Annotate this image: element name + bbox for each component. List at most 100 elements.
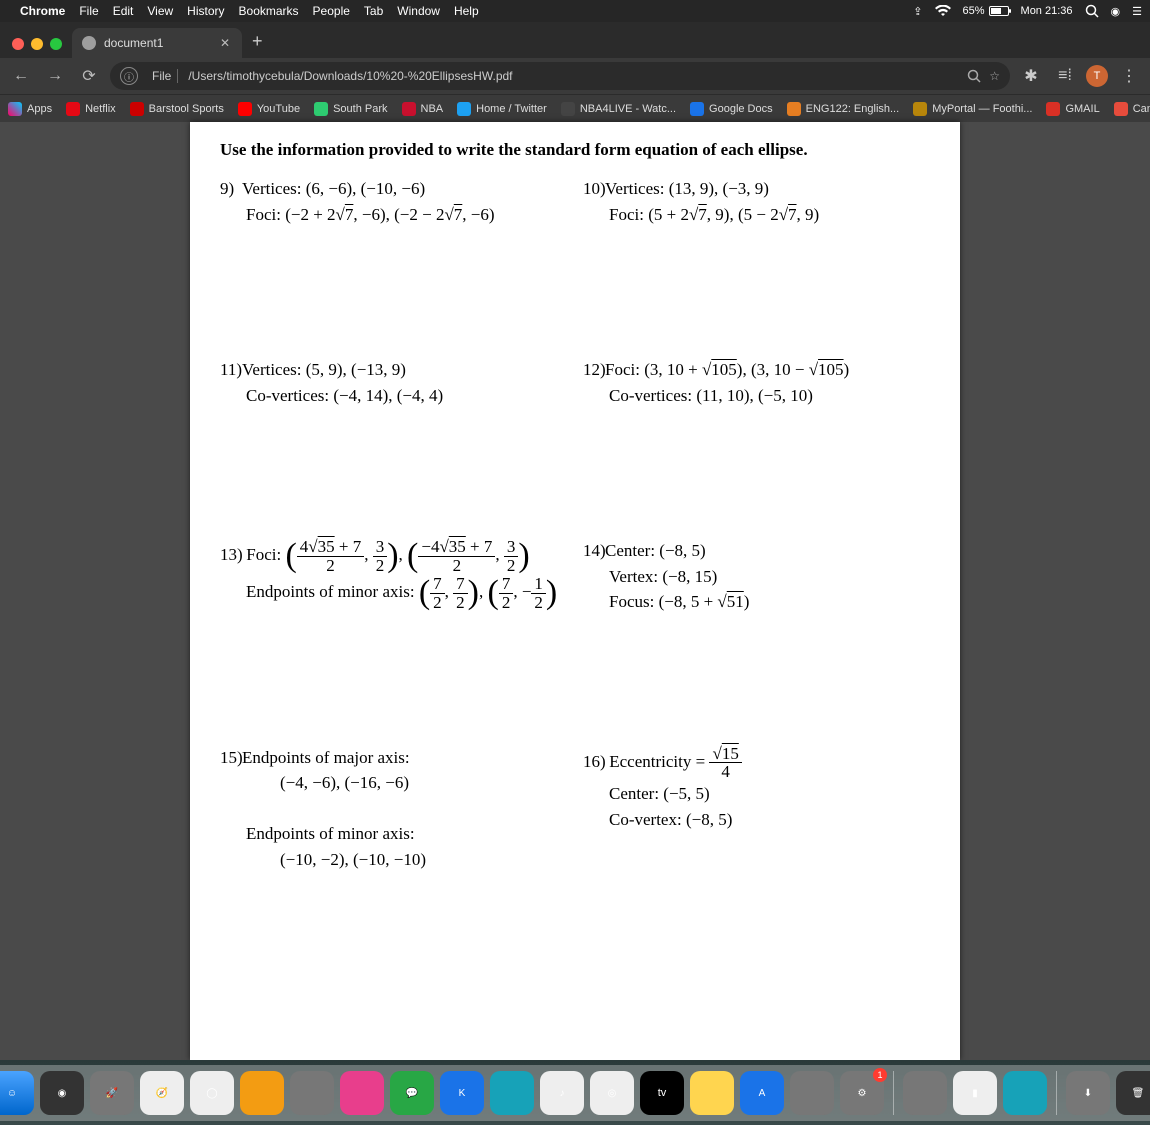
site-info-icon[interactable]: ⓘ	[120, 67, 138, 85]
dock-appletv[interactable]: tv	[640, 1071, 684, 1115]
dock-settings-badge: 1	[873, 1068, 887, 1082]
bookmark-netflix[interactable]: Netflix	[66, 102, 116, 116]
dock-recent-2[interactable]	[1003, 1071, 1047, 1115]
airplay-icon[interactable]: ⇪	[913, 5, 922, 18]
problem-12-foci: Foci: (3, 10 + √105), (3, 10 − √105)	[605, 360, 849, 379]
bookmark-star-icon[interactable]: ☆	[989, 69, 1000, 83]
bookmark-myportal[interactable]: MyPortal — Foothi...	[913, 102, 1032, 116]
dock-siri[interactable]: ◉	[40, 1071, 84, 1115]
southpark-icon	[314, 102, 328, 116]
omnibox-search-icon[interactable]	[967, 69, 981, 83]
problem-15: 15)Endpoints of major axis: (−4, −6), (−…	[220, 745, 567, 873]
gmail-icon	[1046, 102, 1060, 116]
back-button[interactable]: ←	[8, 63, 34, 89]
bookmark-southpark[interactable]: South Park	[314, 102, 387, 116]
dock-chrome[interactable]: ◯	[190, 1071, 234, 1115]
eng122-icon	[787, 102, 801, 116]
dock-app-5[interactable]	[490, 1071, 534, 1115]
dock-appstore[interactable]: A	[740, 1071, 784, 1115]
browser-toolbar: ← → ⟳ ⓘ File /Users/timothycebula/Downlo…	[0, 58, 1150, 94]
nba-icon	[402, 102, 416, 116]
spotlight-icon[interactable]	[1085, 4, 1099, 18]
forward-button[interactable]: →	[42, 63, 68, 89]
bookmark-eng122[interactable]: ENG122: English...	[787, 102, 900, 116]
browser-tab[interactable]: document1 ✕	[72, 28, 242, 58]
new-tab-button[interactable]: +	[242, 31, 273, 58]
bookmark-canvas[interactable]: Canvas	[1114, 102, 1150, 116]
siri-icon[interactable]: ◉	[1111, 5, 1121, 18]
menu-help[interactable]: Help	[454, 4, 479, 18]
menu-window[interactable]: Window	[397, 4, 440, 18]
bookmark-nba4live[interactable]: NBA4LIVE - Watc...	[561, 102, 676, 116]
dock-app-3[interactable]	[340, 1071, 384, 1115]
dock-area: ☺ ◉ 🚀 🧭 ◯ 💬 K ♪ ◎ tv A ⚙ 1 ▮ ⬇ 🗑	[0, 1060, 1150, 1125]
dock-settings[interactable]: ⚙ 1	[840, 1071, 884, 1115]
notification-center-icon[interactable]: ☰	[1132, 5, 1142, 18]
dock-trash[interactable]: 🗑	[1116, 1071, 1150, 1115]
dock-music[interactable]: ♪	[540, 1071, 584, 1115]
menu-file[interactable]: File	[79, 4, 98, 18]
bookmark-twitter[interactable]: Home / Twitter	[457, 102, 547, 116]
apps-shortcut[interactable]: Apps	[8, 102, 52, 116]
googledocs-icon	[690, 102, 704, 116]
problem-13: 13) Foci: (4√35 + 72, 32), (−4√35 + 72, …	[220, 538, 567, 615]
window-close-button[interactable]	[12, 38, 24, 50]
window-zoom-button[interactable]	[50, 38, 62, 50]
nba4live-icon	[561, 102, 575, 116]
url-path: /Users/timothycebula/Downloads/10%20-%20…	[188, 69, 959, 83]
canvas-icon	[1114, 102, 1128, 116]
chrome-menu-icon[interactable]: ⋮	[1116, 63, 1142, 89]
dock-finder[interactable]: ☺	[0, 1071, 34, 1115]
menubar-clock[interactable]: Mon 21:36	[1021, 5, 1073, 17]
dock-recent-1[interactable]	[903, 1071, 947, 1115]
dock-messages[interactable]: 💬	[390, 1071, 434, 1115]
bookmark-youtube[interactable]: YouTube	[238, 102, 300, 116]
dock: ☺ ◉ 🚀 🧭 ◯ 💬 K ♪ ◎ tv A ⚙ 1 ▮ ⬇ 🗑	[0, 1065, 1150, 1121]
problem-grid: 9)Vertices: (6, −6), (−10, −6) Foci: (−2…	[220, 176, 930, 872]
problem-16: 16) Eccentricity = √154 Center: (−5, 5) …	[583, 745, 930, 873]
window-minimize-button[interactable]	[31, 38, 43, 50]
problem-14-focus: Focus: (−8, 5 + √51)	[583, 592, 749, 611]
dock-downloads[interactable]: ⬇	[1066, 1071, 1110, 1115]
pdf-viewport[interactable]: Use the information provided to write th…	[0, 122, 1150, 1060]
menu-history[interactable]: History	[187, 4, 224, 18]
dock-safari[interactable]: 🧭	[140, 1071, 184, 1115]
dock-podcasts[interactable]: ◎	[590, 1071, 634, 1115]
apps-icon	[8, 102, 22, 116]
dock-app-4[interactable]: K	[440, 1071, 484, 1115]
dock-photos[interactable]	[790, 1071, 834, 1115]
dock-launchpad[interactable]: 🚀	[90, 1071, 134, 1115]
profile-avatar[interactable]: T	[1086, 65, 1108, 87]
problem-16-ecc: Eccentricity = √154	[609, 752, 742, 771]
bookmark-gmail[interactable]: GMAIL	[1046, 102, 1099, 116]
tab-close-button[interactable]: ✕	[218, 36, 232, 50]
myportal-icon	[913, 102, 927, 116]
problem-11: 11)Vertices: (5, 9), (−13, 9) Co-vertice…	[220, 357, 567, 408]
menu-people[interactable]: People	[313, 4, 350, 18]
dock-app-2[interactable]	[290, 1071, 334, 1115]
problem-9: 9)Vertices: (6, −6), (−10, −6) Foci: (−2…	[220, 176, 567, 227]
active-app-name[interactable]: Chrome	[20, 4, 65, 18]
dock-app-1[interactable]	[240, 1071, 284, 1115]
bookmark-barstool[interactable]: Barstool Sports	[130, 102, 224, 116]
wifi-icon[interactable]	[935, 5, 951, 17]
problem-9-foci: Foci: (−2 + 2√7, −6), (−2 − 2√7, −6)	[220, 205, 495, 224]
bookmark-nba[interactable]: NBA	[402, 102, 444, 116]
dock-notes[interactable]	[690, 1071, 734, 1115]
menu-edit[interactable]: Edit	[113, 4, 134, 18]
menu-tab[interactable]: Tab	[364, 4, 383, 18]
bookmark-googledocs[interactable]: Google Docs	[690, 102, 773, 116]
menu-bookmarks[interactable]: Bookmarks	[239, 4, 299, 18]
problem-14: 14)Center: (−8, 5) Vertex: (−8, 15) Focu…	[583, 538, 930, 615]
battery-icon	[989, 6, 1009, 16]
dock-separator	[893, 1071, 894, 1115]
menu-view[interactable]: View	[147, 4, 173, 18]
reload-button[interactable]: ⟳	[76, 63, 102, 89]
battery-status[interactable]: 65%	[963, 5, 1009, 17]
reading-list-icon[interactable]: ≡⁞	[1052, 63, 1078, 89]
macos-menubar: Chrome File Edit View History Bookmarks …	[0, 0, 1150, 22]
dock-facetime[interactable]: ▮	[953, 1071, 997, 1115]
address-bar[interactable]: ⓘ File /Users/timothycebula/Downloads/10…	[110, 62, 1010, 90]
extensions-icon[interactable]: ✱	[1018, 63, 1044, 89]
tab-title: document1	[104, 36, 163, 50]
